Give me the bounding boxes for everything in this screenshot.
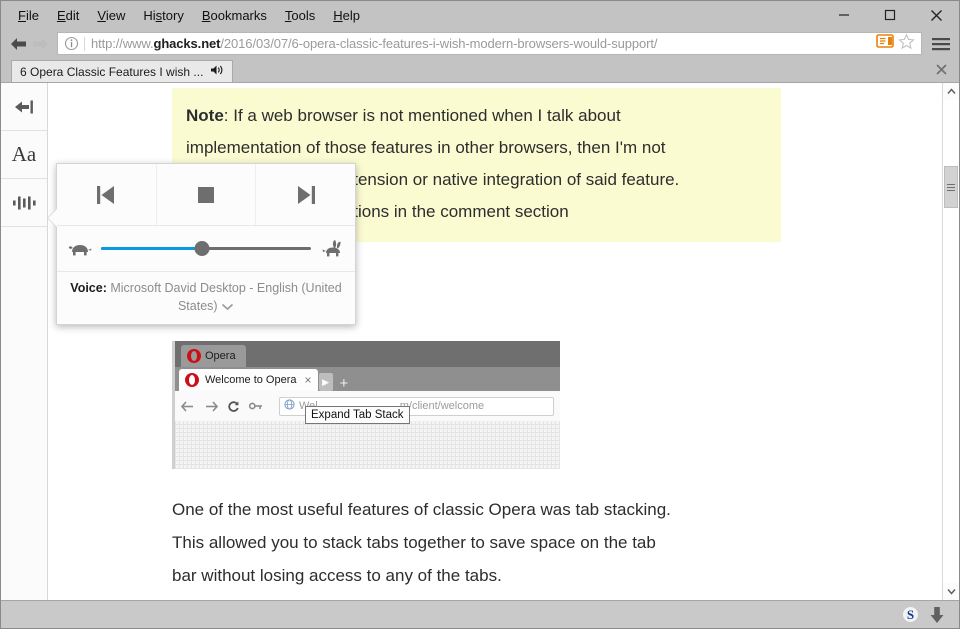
menu-item-view[interactable]: View [88,4,134,27]
menu-item-history[interactable]: History [134,4,192,27]
close-reader-view-button[interactable] [1,83,47,131]
opera-logo-icon [187,349,201,363]
menu-bar: File Edit View History Bookmarks Tools H… [1,4,369,27]
narrate-button[interactable] [1,179,47,227]
embedded-forward-icon[interactable] [204,401,218,412]
embedded-tab-close-icon[interactable]: × [303,373,314,387]
scrollbar-track[interactable] [943,100,959,583]
opera-tab-favicon [185,373,199,387]
menu-item-edit[interactable]: Edit [48,4,88,27]
content-area: Aa Note: If a web browser is not mention… [1,82,959,600]
aa-label: Aa [12,142,37,167]
browser-tab[interactable]: 6 Opera Classic Features I wish ... [11,60,233,82]
narrate-next-button[interactable] [256,164,355,225]
url-divider [84,37,85,51]
forward-button[interactable] [29,32,51,56]
embedded-reload-icon[interactable] [227,400,240,413]
status-bar: S [1,600,959,628]
exit-arrow-icon [12,97,36,117]
globe-icon [284,397,295,415]
expand-tab-stack-icon[interactable]: ▶ [319,373,333,391]
narrate-stop-button[interactable] [157,164,257,225]
narrate-popup: Voice: Microsoft David Desktop - English… [56,163,356,325]
close-bar-icon[interactable] [933,61,949,77]
embedded-window-tab: Opera [181,345,246,367]
embedded-new-tab-icon[interactable]: + [340,376,349,391]
rabbit-icon[interactable] [319,239,345,259]
forward-arrow-icon [32,37,49,51]
embedded-security-key-icon[interactable] [249,401,264,411]
url-text: http://www.ghacks.net/2016/03/07/6-opera… [91,36,876,51]
menu-item-file[interactable]: File [9,4,48,27]
scrollbar-thumb[interactable] [944,166,958,208]
address-bar-actions [876,33,917,55]
embedded-screenshot: Opera Welcome to Opera × ▶ + [172,341,560,469]
back-button[interactable] [7,32,29,56]
back-arrow-icon [10,37,27,51]
bookmark-star-icon[interactable] [898,33,915,55]
narrate-waveform-icon [11,193,37,213]
note-line: Note: If a web browser is not mentioned … [186,100,767,132]
menu-item-bookmarks[interactable]: Bookmarks [193,4,276,27]
address-bar[interactable]: http://www.ghacks.net/2016/03/07/6-opera… [57,32,922,55]
reader-article: Note: If a web browser is not mentioned … [48,83,942,600]
download-arrow-icon[interactable] [929,606,945,624]
browser-window: File Edit View History Bookmarks Tools H… [0,0,960,629]
voice-selector[interactable]: Voice: Microsoft David Desktop - English… [67,279,345,315]
embedded-tab-bar: Welcome to Opera × ▶ + [175,367,560,391]
page-info-icon[interactable] [64,36,79,51]
minimize-button[interactable] [821,1,867,29]
close-button[interactable] [913,1,959,29]
turtle-icon[interactable] [67,240,93,258]
expand-tab-stack-tooltip: Expand Tab Stack [305,406,410,424]
narrate-voice-row[interactable]: Voice: Microsoft David Desktop - English… [57,272,355,324]
scroll-down-arrow[interactable] [943,583,959,600]
narrate-rate-row [57,226,355,272]
window-controls [821,1,959,29]
narrate-rate-slider[interactable] [101,241,311,257]
vertical-scrollbar[interactable] [942,83,959,600]
scrollbar-grip [947,182,955,193]
menu-item-help[interactable]: Help [324,4,369,27]
article-paragraph: One of the most useful features of class… [172,493,772,592]
note-line: implementation of those features in othe… [186,132,767,164]
hamburger-menu-icon[interactable] [929,32,953,56]
menu-item-tools[interactable]: Tools [276,4,324,27]
embedded-window-label: Opera [205,350,236,362]
embedded-title-bar: Opera [175,341,560,367]
reader-view-icon[interactable] [876,33,894,54]
speaker-playing-icon[interactable] [210,63,224,81]
navigation-bar: http://www.ghacks.net/2016/03/07/6-opera… [1,29,959,58]
tab-strip: 6 Opera Classic Features I wish ... [1,58,959,82]
narrate-previous-button[interactable] [57,164,157,225]
sync-status-badge[interactable]: S [902,606,919,623]
slider-fill [101,247,202,250]
narrate-transport-controls [57,164,355,226]
embedded-toolbar: Wel m/client/welcome Expand Tab Stack [175,391,560,421]
scroll-up-arrow[interactable] [943,83,959,100]
text-settings-button[interactable]: Aa [1,131,47,179]
paragraph-line: This allowed you to stack tabs together … [172,526,772,559]
chevron-down-icon[interactable] [221,299,234,313]
embedded-url-right: m/client/welcome [400,400,484,412]
paragraph-line: One of the most useful features of class… [172,493,772,526]
reader-sidebar: Aa [1,83,48,600]
embedded-tab[interactable]: Welcome to Opera × [179,369,318,391]
slider-thumb[interactable] [194,241,209,256]
title-bar: File Edit View History Bookmarks Tools H… [1,1,959,29]
voice-label: Voice: [70,281,107,295]
maximize-button[interactable] [867,1,913,29]
embedded-page-body [175,421,560,469]
embedded-back-icon[interactable] [181,401,195,412]
paragraph-line: bar without losing access to any of the … [172,559,772,592]
embedded-tab-label: Welcome to Opera [205,374,297,386]
tab-title: 6 Opera Classic Features I wish ... [20,65,203,79]
